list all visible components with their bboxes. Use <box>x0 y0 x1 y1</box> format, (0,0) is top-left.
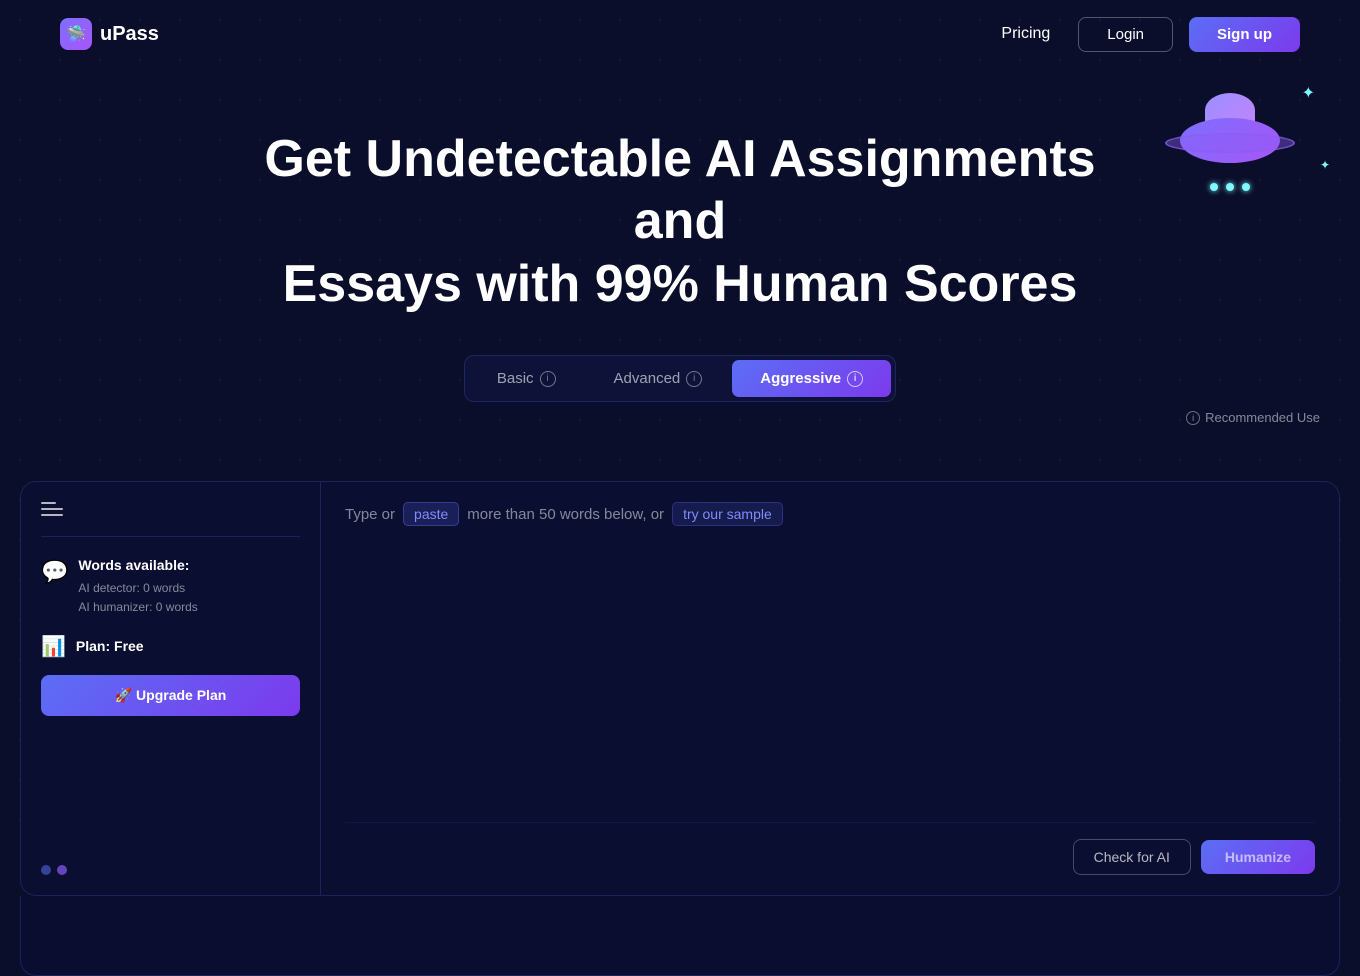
ai-detector-words: AI detector: 0 words <box>78 579 197 598</box>
words-section: 💬 Words available: AI detector: 0 words … <box>41 557 300 617</box>
prompt-text: Type or <box>345 506 395 523</box>
words-info: Words available: AI detector: 0 words AI… <box>78 557 197 617</box>
check-for-ai-button[interactable]: Check for AI <box>1073 839 1191 875</box>
navbar: 🛸 uPass Pricing Login Sign up <box>0 0 1360 68</box>
workspace: 💬 Words available: AI detector: 0 words … <box>20 481 1340 896</box>
ufo-lights <box>1210 183 1250 191</box>
recommended-info-icon: i <box>1186 411 1200 425</box>
plan-label: Plan: Free <box>76 638 144 654</box>
plan-icon: 📊 <box>41 634 66 659</box>
paste-button[interactable]: paste <box>403 502 459 526</box>
hero-section: ✦ ✦ Get Undetectable AI Assignments and … <box>0 68 1360 481</box>
menu-line-2 <box>41 508 63 510</box>
tab-basic[interactable]: Basic i <box>469 360 584 397</box>
tab-aggressive[interactable]: Aggressive i <box>732 360 891 397</box>
tab-advanced[interactable]: Advanced i <box>586 360 731 397</box>
hero-title: Get Undetectable AI Assignments and Essa… <box>230 128 1130 315</box>
ufo-light-3 <box>1242 183 1250 191</box>
bottom-section <box>20 896 1340 976</box>
pricing-nav-link[interactable]: Pricing <box>989 17 1062 51</box>
sidebar-divider-1 <box>41 536 300 537</box>
sidebar: 💬 Words available: AI detector: 0 words … <box>21 482 321 895</box>
nav-right: Pricing Login Sign up <box>989 17 1300 52</box>
sidebar-dots <box>41 845 300 875</box>
recommended-badge: i Recommended Use <box>20 410 1340 425</box>
ufo-body <box>1180 118 1280 163</box>
mode-tabs: Basic i Advanced i Aggressive i <box>464 355 896 402</box>
signup-button[interactable]: Sign up <box>1189 17 1300 52</box>
ufo-dome <box>1205 93 1255 128</box>
tab-advanced-label: Advanced <box>614 370 681 387</box>
ai-humanizer-words: AI humanizer: 0 words <box>78 598 197 617</box>
words-title: Words available: <box>78 557 197 573</box>
sidebar-dot-1 <box>41 865 51 875</box>
recommended-label: Recommended Use <box>1205 410 1320 425</box>
ufo-decoration: ✦ ✦ <box>1130 78 1330 258</box>
hero-title-line1: Get Undetectable AI Assignments and <box>264 130 1095 250</box>
editor-prompt: Type or paste more than 50 words below, … <box>345 502 1315 526</box>
tab-aggressive-info-icon: i <box>847 371 863 387</box>
ufo-light-2 <box>1226 183 1234 191</box>
sidebar-dot-2 <box>57 865 67 875</box>
words-icon: 💬 <box>41 559 68 585</box>
tab-aggressive-label: Aggressive <box>760 370 841 387</box>
humanize-button[interactable]: Humanize <box>1201 840 1315 874</box>
logo-emoji: 🛸 <box>66 24 86 44</box>
menu-line-3 <box>41 514 63 516</box>
middle-text: more than 50 words below, or <box>467 506 664 523</box>
upgrade-button[interactable]: 🚀 Upgrade Plan <box>41 675 300 716</box>
logo-icon: 🛸 <box>60 18 92 50</box>
sidebar-menu-button[interactable] <box>41 502 63 516</box>
tab-basic-label: Basic <box>497 370 534 387</box>
ufo-star-1: ✦ <box>1302 83 1315 103</box>
try-sample-button[interactable]: try our sample <box>672 502 783 526</box>
tab-advanced-info-icon: i <box>686 371 702 387</box>
menu-line-1 <box>41 502 56 504</box>
hero-title-line2: Essays with 99% Human Scores <box>283 255 1078 313</box>
login-button[interactable]: Login <box>1078 17 1173 52</box>
editor-area: Type or paste more than 50 words below, … <box>321 482 1339 895</box>
tab-basic-info-icon: i <box>540 371 556 387</box>
app-name: uPass <box>100 23 159 46</box>
ufo-star-2: ✦ <box>1320 158 1330 172</box>
plan-section: 📊 Plan: Free <box>41 634 300 659</box>
editor-content-area[interactable] <box>345 542 1315 822</box>
ufo-light-1 <box>1210 183 1218 191</box>
logo-area[interactable]: 🛸 uPass <box>60 18 159 50</box>
editor-bottom-bar: Check for AI Humanize <box>345 822 1315 875</box>
ufo-ring <box>1165 133 1295 153</box>
